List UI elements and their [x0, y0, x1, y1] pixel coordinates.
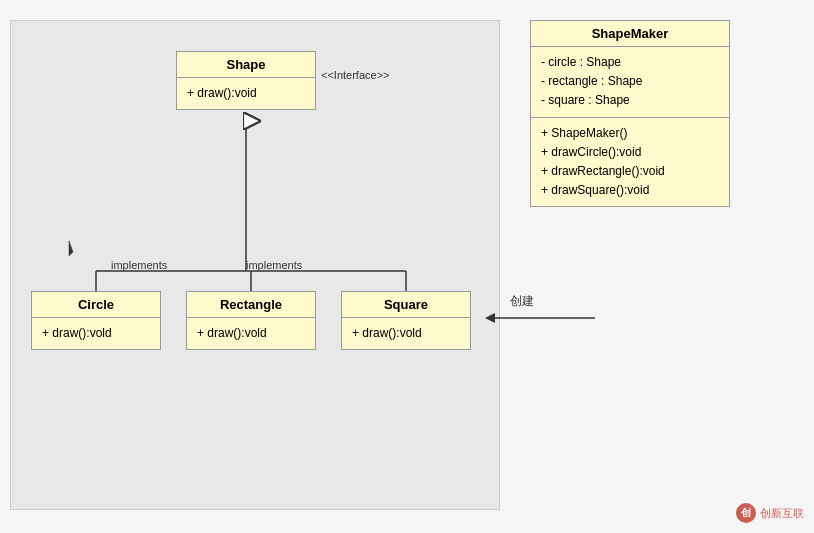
watermark-text: 创新互联 — [760, 506, 804, 521]
circle-class-body: + draw():vold — [32, 318, 160, 349]
implements-right-label: implements — [246, 259, 302, 271]
shape-class-header: Shape — [177, 52, 315, 78]
circle-class-title: Circle — [78, 297, 114, 312]
svg-marker-6 — [69, 241, 73, 256]
shape-class-title: Shape — [226, 57, 265, 72]
shapemaker-header: ShapeMaker — [531, 21, 729, 47]
shapemaker-attr-square: - square : Shape — [541, 91, 719, 110]
rectangle-class-box: Rectangle + draw():vold — [186, 291, 316, 350]
shape-class-body: + draw():void — [177, 78, 315, 109]
shapemaker-title: ShapeMaker — [592, 26, 669, 41]
watermark: 创 创新互联 — [736, 503, 804, 523]
svg-marker-10 — [485, 313, 495, 323]
square-class-body: + draw():vold — [342, 318, 470, 349]
shapemaker-methods: + ShapeMaker() + drawCircle():void + dra… — [531, 118, 729, 207]
square-class-title: Square — [384, 297, 428, 312]
shapemaker-attr-rectangle: - rectangle : Shape — [541, 72, 719, 91]
create-arrow-svg — [480, 308, 600, 328]
implements-left-label: implements — [111, 259, 167, 271]
rectangle-class-body: + draw():vold — [187, 318, 315, 349]
circle-class-header: Circle — [32, 292, 160, 318]
shapemaker-method-draw-square: + drawSquare():void — [541, 181, 719, 200]
rectangle-class-header: Rectangle — [187, 292, 315, 318]
left-panel: Shape + draw():void <<Interface>> Circle… — [10, 20, 500, 510]
main-container: Shape + draw():void <<Interface>> Circle… — [0, 0, 814, 530]
circle-method-draw: + draw():vold — [42, 324, 150, 343]
rectangle-class-title: Rectangle — [220, 297, 282, 312]
create-connector-container: 创建 — [480, 308, 600, 328]
square-method-draw: + draw():vold — [352, 324, 460, 343]
shape-method-draw: + draw():void — [187, 84, 305, 103]
shapemaker-constructor: + ShapeMaker() — [541, 124, 719, 143]
shapemaker-method-draw-circle: + drawCircle():void — [541, 143, 719, 162]
square-class-header: Square — [342, 292, 470, 318]
square-class-box: Square + draw():vold — [341, 291, 471, 350]
watermark-icon: 创 — [736, 503, 756, 523]
rectangle-method-draw: + draw():vold — [197, 324, 305, 343]
shapemaker-attributes: - circle : Shape - rectangle : Shape - s… — [531, 47, 729, 118]
shape-class-box: Shape + draw():void — [176, 51, 316, 110]
shapemaker-class-box: ShapeMaker - circle : Shape - rectangle … — [530, 20, 730, 207]
shapemaker-attr-circle: - circle : Shape — [541, 53, 719, 72]
right-panel: FacedePatternDemo + main():void 访问 Shape… — [520, 20, 740, 134]
create-label: 创建 — [510, 293, 534, 310]
shapemaker-method-draw-rectangle: + drawRectangle():void — [541, 162, 719, 181]
circle-class-box: Circle + draw():vold — [31, 291, 161, 350]
interface-stereotype: <<Interface>> — [321, 69, 390, 81]
